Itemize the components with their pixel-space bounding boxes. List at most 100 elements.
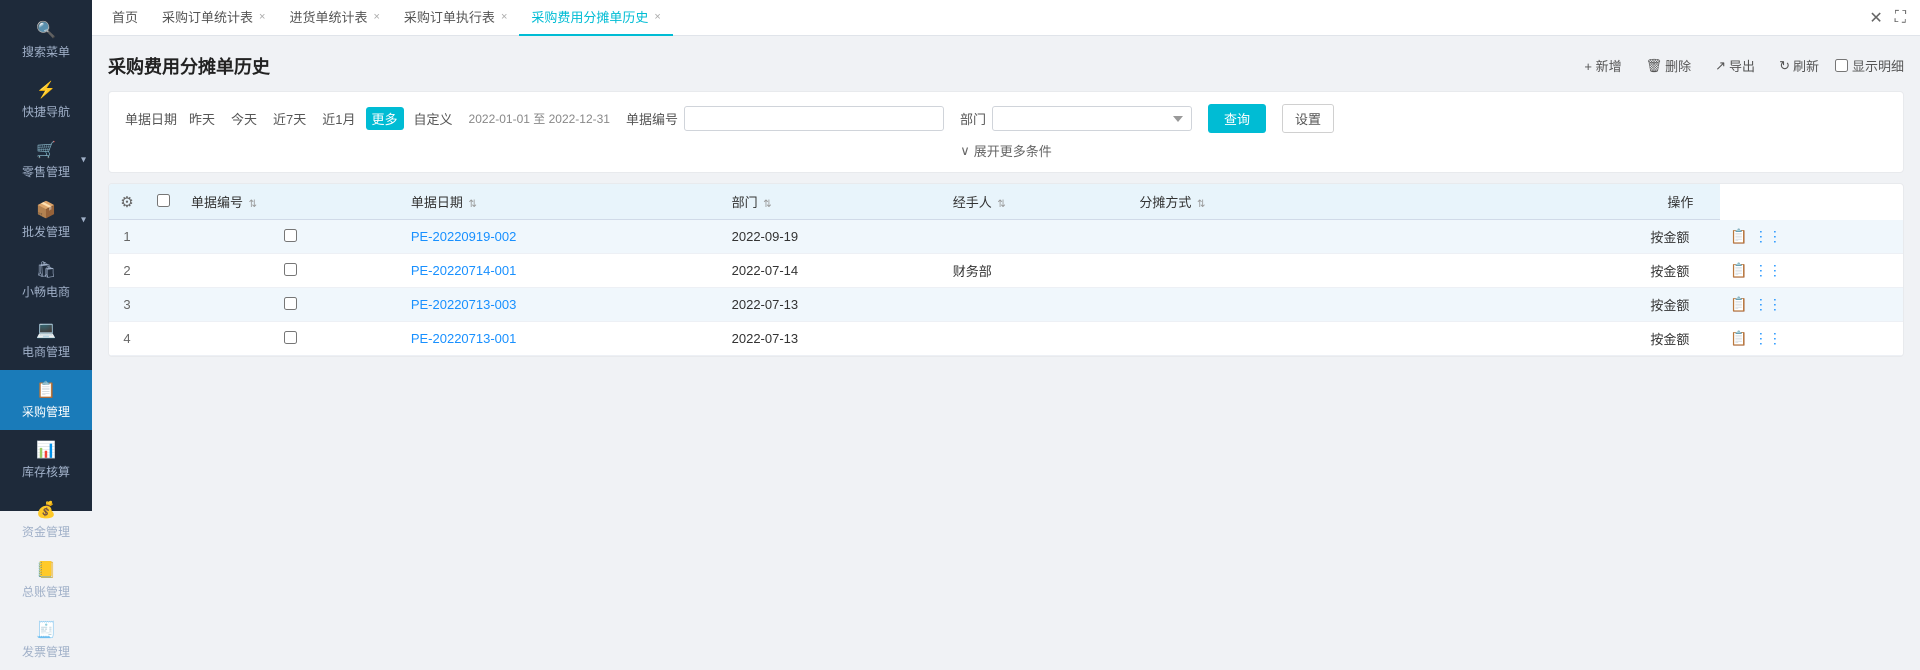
row-checkbox[interactable]	[284, 263, 297, 276]
tab-purchase-order-exec[interactable]: 采购订单执行表×	[392, 0, 519, 36]
row-docnum-link[interactable]: PE-20220713-003	[411, 297, 517, 312]
tab-label: 采购费用分摊单历史	[531, 7, 648, 26]
row-handler-cell	[1129, 220, 1640, 254]
row-docnum-link[interactable]: PE-20220714-001	[411, 263, 517, 278]
date-7days-btn[interactable]: 近7天	[267, 107, 312, 130]
sort-icon-dept: ⇅	[763, 199, 771, 210]
row-edit-icon[interactable]: 📋	[1730, 330, 1747, 347]
row-actions-cell: 📋 ⋮⋮	[1720, 220, 1903, 254]
tab-label: 首页	[112, 7, 138, 26]
tab-close-goods-receipt-stats[interactable]: ×	[373, 11, 379, 23]
retail-mgmt-icon: 🛒	[4, 140, 88, 160]
tab-purchase-order-stats[interactable]: 采购订单统计表×	[150, 0, 277, 36]
maximize-btn[interactable]: ⛶	[1889, 0, 1912, 36]
th-settings[interactable]: ⚙	[109, 184, 145, 220]
tab-home[interactable]: 首页	[100, 0, 150, 36]
table-header-row: ⚙ 单据编号 ⇅ 单据日期 ⇅	[109, 184, 1903, 220]
date-custom-btn[interactable]: 自定义	[408, 107, 459, 130]
date-more-btn[interactable]: 更多	[366, 107, 404, 130]
date-filter: 单据日期 昨天 今天 近7天 近1月 更多 自定义 2022-01-01 至 2…	[125, 107, 610, 130]
select-all-checkbox[interactable]	[157, 194, 170, 207]
row-num: 3	[109, 288, 145, 322]
th-dept[interactable]: 部门 ⇅	[722, 184, 943, 220]
invoice-mgmt-icon: 🧾	[4, 620, 88, 640]
sidebar-item-purchase-mgmt[interactable]: 📋采购管理	[0, 370, 92, 430]
dept-filter: 部门 财务部	[960, 106, 1192, 131]
filter-row: 单据日期 昨天 今天 近7天 近1月 更多 自定义 2022-01-01 至 2…	[125, 104, 1887, 133]
row-actions-cell: 📋 ⋮⋮	[1720, 254, 1903, 288]
delete-button[interactable]: 🗑 删除	[1638, 52, 1700, 79]
tab-close-purchase-order-stats[interactable]: ×	[259, 11, 265, 23]
docnum-input[interactable]	[684, 106, 944, 131]
row-more-icon[interactable]: ⋮⋮	[1754, 262, 1782, 279]
date-1month-btn[interactable]: 近1月	[316, 107, 361, 130]
th-split-method[interactable]: 分摊方式 ⇅	[1129, 184, 1640, 220]
th-dept-label: 部门	[732, 195, 758, 210]
sort-icon-handler: ⇅	[997, 199, 1005, 210]
row-checkbox[interactable]	[284, 297, 297, 310]
settings-button[interactable]: 设置	[1282, 104, 1334, 133]
sidebar-item-search-menu[interactable]: 🔍搜索菜单	[0, 10, 92, 70]
sidebar-item-wholesale-mgmt[interactable]: 📦批发管理	[0, 190, 92, 250]
tab-purchase-cost-history[interactable]: 采购费用分摊单历史 ×	[519, 0, 672, 36]
row-more-icon[interactable]: ⋮⋮	[1754, 296, 1782, 313]
show-detail-checkbox[interactable]	[1835, 59, 1848, 72]
export-icon: ↗	[1715, 58, 1726, 74]
tab-close-purchase-order-exec[interactable]: ×	[501, 11, 507, 23]
row-settings-cell	[145, 220, 181, 254]
sort-icon-split: ⇅	[1197, 199, 1205, 210]
header-actions: + 新增 🗑 删除 ↗ 导出 ↻ 刷新 显示明细	[1576, 52, 1904, 79]
th-handler[interactable]: 经手人 ⇅	[943, 184, 1130, 220]
row-num: 2	[109, 254, 145, 288]
sort-icon-doc-date: ⇅	[468, 199, 476, 210]
settings-icon[interactable]: ⚙	[120, 194, 133, 211]
row-settings-cell	[145, 254, 181, 288]
ledger-mgmt-icon: 📒	[4, 560, 88, 580]
tab-close-purchase-cost-history[interactable]: ×	[654, 11, 660, 23]
dept-select[interactable]: 财务部	[992, 106, 1192, 131]
sidebar-item-ecom-mgmt[interactable]: 💻电商管理	[0, 310, 92, 370]
row-edit-icon[interactable]: 📋	[1730, 296, 1747, 313]
row-action-icons: 📋 ⋮⋮	[1730, 228, 1893, 245]
sort-icon-doc-num: ⇅	[249, 199, 257, 210]
query-button[interactable]: 查询	[1208, 104, 1266, 133]
sidebar-item-invoice-mgmt[interactable]: 🧾发票管理	[0, 610, 92, 670]
export-button[interactable]: ↗ 导出	[1707, 52, 1763, 79]
date-yesterday-btn[interactable]: 昨天	[183, 107, 221, 130]
row-edit-icon[interactable]: 📋	[1730, 262, 1747, 279]
refresh-button[interactable]: ↻ 刷新	[1771, 52, 1827, 79]
th-doc-num[interactable]: 单据编号 ⇅	[181, 184, 401, 220]
row-checkbox[interactable]	[284, 229, 297, 242]
filter-area: 单据日期 昨天 今天 近7天 近1月 更多 自定义 2022-01-01 至 2…	[108, 91, 1904, 173]
table-row: 1 PE-20220919-002 2022-09-19 按金额 📋 ⋮⋮	[109, 220, 1903, 254]
sidebar-item-inventory[interactable]: 📊库存核算	[0, 430, 92, 490]
row-docnum-cell: PE-20220713-003	[401, 288, 722, 322]
date-today-btn[interactable]: 今天	[225, 107, 263, 130]
row-more-icon[interactable]: ⋮⋮	[1754, 228, 1782, 245]
row-actions-cell: 📋 ⋮⋮	[1720, 322, 1903, 356]
row-more-icon[interactable]: ⋮⋮	[1754, 330, 1782, 347]
sidebar-item-retail-mgmt[interactable]: 🛒零售管理	[0, 130, 92, 190]
sidebar-item-ledger-mgmt[interactable]: 📒总账管理	[0, 550, 92, 610]
sidebar: 🔍搜索菜单⚡快捷导航🛒零售管理📦批发管理🛍小畅电商💻电商管理📋采购管理📊库存核算…	[0, 0, 92, 511]
show-detail-checkbox-label[interactable]: 显示明细	[1835, 56, 1904, 75]
row-checkbox-cell	[181, 254, 401, 288]
close-window-btn[interactable]: ✕	[1863, 0, 1888, 36]
expand-more-btn[interactable]: ∨ 展开更多条件	[960, 141, 1052, 160]
row-edit-icon[interactable]: 📋	[1730, 228, 1747, 245]
sidebar-item-mini-ecom[interactable]: 🛍小畅电商	[0, 250, 92, 310]
th-doc-date[interactable]: 单据日期 ⇅	[401, 184, 722, 220]
search-menu-icon: 🔍	[4, 20, 88, 40]
th-split-method-label: 分摊方式	[1139, 195, 1191, 210]
row-docnum-link[interactable]: PE-20220713-001	[411, 331, 517, 346]
tab-goods-receipt-stats[interactable]: 进货单统计表×	[277, 0, 391, 36]
tab-bar: 首页采购订单统计表×进货单统计表×采购订单执行表× 采购费用分摊单历史 × ✕ ⛶	[92, 0, 1920, 36]
row-checkbox[interactable]	[284, 331, 297, 344]
add-button[interactable]: + 新增	[1576, 52, 1629, 79]
sidebar-item-quick-nav[interactable]: ⚡快捷导航	[0, 70, 92, 130]
row-docnum-link[interactable]: PE-20220919-002	[411, 229, 517, 244]
row-docdate-cell: 2022-07-13	[722, 322, 943, 356]
row-split-method-cell: 按金额	[1640, 220, 1720, 254]
data-table-container: ⚙ 单据编号 ⇅ 单据日期 ⇅	[108, 183, 1904, 357]
sidebar-item-finance-mgmt[interactable]: 💰资金管理	[0, 490, 92, 550]
